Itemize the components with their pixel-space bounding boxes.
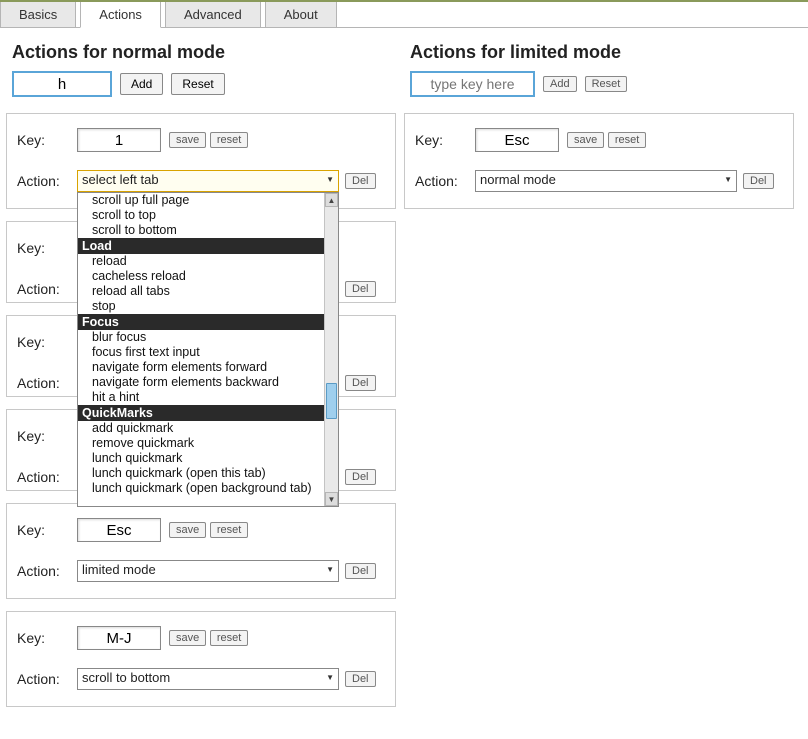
limited-reset-button[interactable]: Reset — [585, 76, 628, 92]
action-card: Key: save reset Action: limited mode Del — [6, 503, 396, 599]
card-reset-button[interactable]: reset — [608, 132, 646, 148]
key-label: Key: — [17, 522, 77, 538]
action-card: Key: save reset Action: select left tab … — [6, 113, 396, 209]
card-action-select[interactable]: select left tab — [77, 170, 339, 192]
dropdown-option[interactable]: scroll to top — [78, 208, 338, 223]
card-key-input[interactable] — [77, 518, 161, 542]
dropdown-option[interactable]: lunch quickmark (open this tab) — [78, 466, 338, 481]
limited-heading: Actions for limited mode — [410, 42, 794, 63]
card-save-button[interactable]: save — [567, 132, 604, 148]
key-label: Key: — [17, 132, 77, 148]
action-label: Action: — [415, 173, 475, 189]
limited-add-button[interactable]: Add — [543, 76, 577, 92]
dropdown-option[interactable]: stop — [78, 299, 338, 314]
dropdown-option[interactable]: scroll to bottom — [78, 223, 338, 238]
dropdown-group-header: Focus — [78, 314, 338, 330]
dropdown-option[interactable]: reload — [78, 254, 338, 269]
key-label: Key: — [17, 428, 77, 444]
tab-about[interactable]: About — [265, 2, 337, 28]
card-reset-button[interactable]: reset — [210, 522, 248, 538]
card-del-button[interactable]: Del — [345, 671, 376, 687]
scroll-thumb[interactable] — [326, 383, 337, 419]
card-action-select[interactable]: limited mode — [77, 560, 339, 582]
dropdown-option[interactable]: scroll up full page — [78, 193, 338, 208]
action-dropdown-panel: scroll up full pagescroll to topscroll t… — [77, 192, 339, 507]
normal-heading: Actions for normal mode — [12, 42, 396, 63]
action-label: Action: — [17, 563, 77, 579]
card-key-input[interactable] — [475, 128, 559, 152]
normal-add-button[interactable]: Add — [120, 73, 163, 95]
key-label: Key: — [17, 630, 77, 646]
normal-reset-button[interactable]: Reset — [171, 73, 224, 95]
tab-actions[interactable]: Actions — [80, 2, 161, 28]
scroll-down-icon[interactable]: ▼ — [325, 492, 338, 506]
dropdown-option[interactable]: hit a hint — [78, 390, 338, 405]
key-label: Key: — [17, 240, 77, 256]
card-del-button[interactable]: Del — [345, 375, 376, 391]
card-reset-button[interactable]: reset — [210, 132, 248, 148]
card-save-button[interactable]: save — [169, 132, 206, 148]
card-key-input[interactable] — [77, 128, 161, 152]
dropdown-option[interactable]: add quickmark — [78, 421, 338, 436]
card-save-button[interactable]: save — [169, 522, 206, 538]
action-label: Action: — [17, 469, 77, 485]
card-del-button[interactable]: Del — [345, 469, 376, 485]
dropdown-group-header: QuickMarks — [78, 405, 338, 421]
card-del-button[interactable]: Del — [345, 563, 376, 579]
action-label: Action: — [17, 173, 77, 189]
dropdown-group-header: Load — [78, 238, 338, 254]
tab-advanced[interactable]: Advanced — [165, 2, 261, 28]
dropdown-option[interactable]: navigate form elements backward — [78, 375, 338, 390]
key-label: Key: — [415, 132, 475, 148]
normal-key-input[interactable] — [12, 71, 112, 97]
card-reset-button[interactable]: reset — [210, 630, 248, 646]
dropdown-option[interactable]: cacheless reload — [78, 269, 338, 284]
dropdown-scrollbar[interactable]: ▲ ▼ — [324, 193, 338, 506]
dropdown-option[interactable]: lunch quickmark (open background tab) — [78, 481, 338, 496]
action-card: Key: save reset Action: normal mode Del — [404, 113, 794, 209]
key-label: Key: — [17, 334, 77, 350]
dropdown-option[interactable]: reload all tabs — [78, 284, 338, 299]
tab-basics[interactable]: Basics — [0, 2, 76, 28]
dropdown-option[interactable]: blur focus — [78, 330, 338, 345]
normal-mode-column: Actions for normal mode Add Reset Key: s… — [6, 36, 396, 713]
action-card: Key: save reset Action: scroll to bottom… — [6, 611, 396, 707]
dropdown-option[interactable]: focus first text input — [78, 345, 338, 360]
card-del-button[interactable]: Del — [345, 173, 376, 189]
scroll-up-icon[interactable]: ▲ — [325, 193, 338, 207]
action-label: Action: — [17, 375, 77, 391]
tabstrip: Basics Actions Advanced About — [0, 0, 808, 28]
limited-key-input[interactable] — [410, 71, 535, 97]
limited-mode-column: Actions for limited mode Add Reset Key: … — [404, 36, 794, 713]
action-label: Action: — [17, 671, 77, 687]
dropdown-option[interactable]: remove quickmark — [78, 436, 338, 451]
card-action-select[interactable]: normal mode — [475, 170, 737, 192]
action-label: Action: — [17, 281, 77, 297]
card-action-select[interactable]: scroll to bottom — [77, 668, 339, 690]
dropdown-option[interactable]: lunch quickmark — [78, 451, 338, 466]
card-save-button[interactable]: save — [169, 630, 206, 646]
card-del-button[interactable]: Del — [345, 281, 376, 297]
card-del-button[interactable]: Del — [743, 173, 774, 189]
dropdown-option[interactable]: navigate form elements forward — [78, 360, 338, 375]
card-key-input[interactable] — [77, 626, 161, 650]
